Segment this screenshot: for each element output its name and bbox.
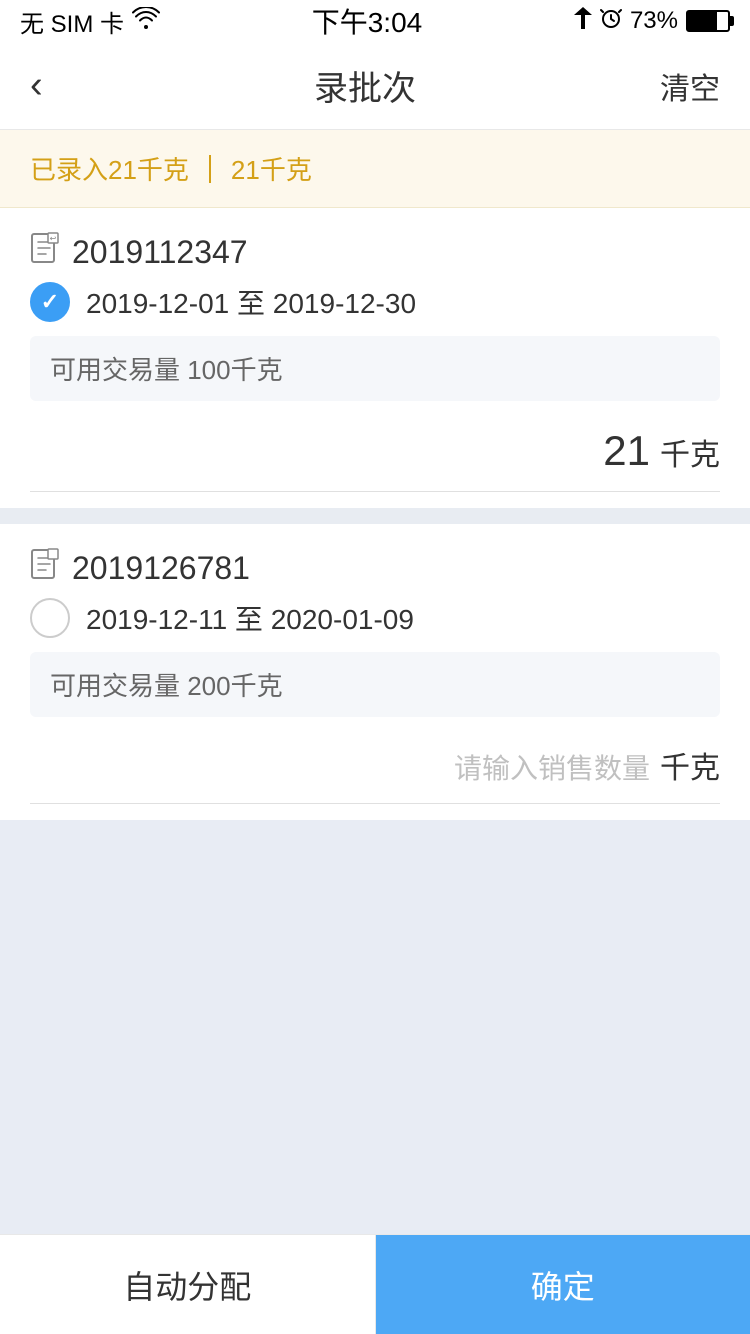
batch-2-input-row: 请输入销售数量 千克 bbox=[0, 733, 750, 803]
batch-2-available-text: 可用交易量 200千克 bbox=[50, 671, 283, 701]
info-banner: 已录入21千克 21千克 bbox=[0, 130, 750, 208]
batch-2-header: 2019126781 bbox=[30, 548, 720, 588]
clear-button[interactable]: 清空 bbox=[640, 64, 720, 108]
bottom-bar: 自动分配 确定 bbox=[0, 1234, 750, 1334]
batch-1-available: 可用交易量 100千克 bbox=[30, 336, 720, 401]
status-time: 下午3:04 bbox=[312, 1, 423, 41]
info-divider bbox=[209, 155, 211, 183]
batch-2-item[interactable]: 2019126781 2019-12-11 至 2020-01-09 可用交易量… bbox=[0, 524, 750, 717]
status-right: 73% bbox=[574, 7, 730, 36]
svg-text:↩: ↩ bbox=[50, 234, 57, 243]
batch-1-radio[interactable] bbox=[30, 282, 70, 322]
spacer-2 bbox=[0, 804, 750, 820]
wifi-icon bbox=[132, 7, 160, 36]
nav-bar: ‹ 录批次 清空 bbox=[0, 42, 750, 130]
batch-2-input-unit: 千克 bbox=[660, 743, 720, 787]
batch-2-input-placeholder: 请输入销售数量 bbox=[454, 747, 650, 787]
spacer-1 bbox=[0, 492, 750, 508]
battery-icon bbox=[686, 10, 730, 32]
batch-1-date: 2019-12-01 至 2019-12-30 bbox=[86, 282, 416, 322]
batch-2-radio[interactable] bbox=[30, 598, 70, 638]
recorded-label: 已录入21千克 bbox=[30, 150, 189, 187]
batch-2-available: 可用交易量 200千克 bbox=[30, 652, 720, 717]
batch-1-available-text: 可用交易量 100千克 bbox=[50, 355, 283, 385]
batch-1-item[interactable]: ↩ 2019112347 2019-12-01 至 2019-12-30 可用交… bbox=[0, 208, 750, 401]
section-divider bbox=[0, 508, 750, 524]
battery-percent-label: 73% bbox=[630, 7, 678, 35]
batch-2-date-row: 2019-12-11 至 2020-01-09 bbox=[30, 598, 720, 638]
batch-1-icon: ↩ bbox=[30, 232, 60, 272]
batch-2-id: 2019126781 bbox=[72, 550, 250, 587]
batch-1-amount-value: 21 bbox=[603, 427, 650, 475]
status-bar: 无 SIM 卡 下午3:04 73% bbox=[0, 0, 750, 42]
batch-1-date-row: 2019-12-01 至 2019-12-30 bbox=[30, 282, 720, 322]
batch-1-amount-row: 21 千克 bbox=[0, 417, 750, 491]
batch-2-date: 2019-12-11 至 2020-01-09 bbox=[86, 598, 414, 638]
no-sim-label: 无 SIM 卡 bbox=[20, 4, 124, 39]
batch-1-amount-unit: 千克 bbox=[660, 430, 720, 474]
alarm-icon bbox=[600, 7, 622, 36]
empty-area bbox=[0, 820, 750, 1300]
batch-1-header: ↩ 2019112347 bbox=[30, 232, 720, 272]
batch-1-id: 2019112347 bbox=[72, 234, 248, 271]
batch-2-container: 2019126781 2019-12-11 至 2020-01-09 可用交易量… bbox=[0, 524, 750, 820]
back-button[interactable]: ‹ bbox=[30, 64, 90, 107]
batch-1-container: ↩ 2019112347 2019-12-01 至 2019-12-30 可用交… bbox=[0, 208, 750, 508]
status-left: 无 SIM 卡 bbox=[20, 4, 160, 39]
confirm-button[interactable]: 确定 bbox=[376, 1235, 750, 1334]
batch-2-icon bbox=[30, 548, 60, 588]
location-icon bbox=[574, 7, 592, 36]
page-title: 录批次 bbox=[90, 61, 640, 110]
auto-distribute-button[interactable]: 自动分配 bbox=[0, 1235, 376, 1334]
recorded-value: 21千克 bbox=[231, 150, 312, 187]
